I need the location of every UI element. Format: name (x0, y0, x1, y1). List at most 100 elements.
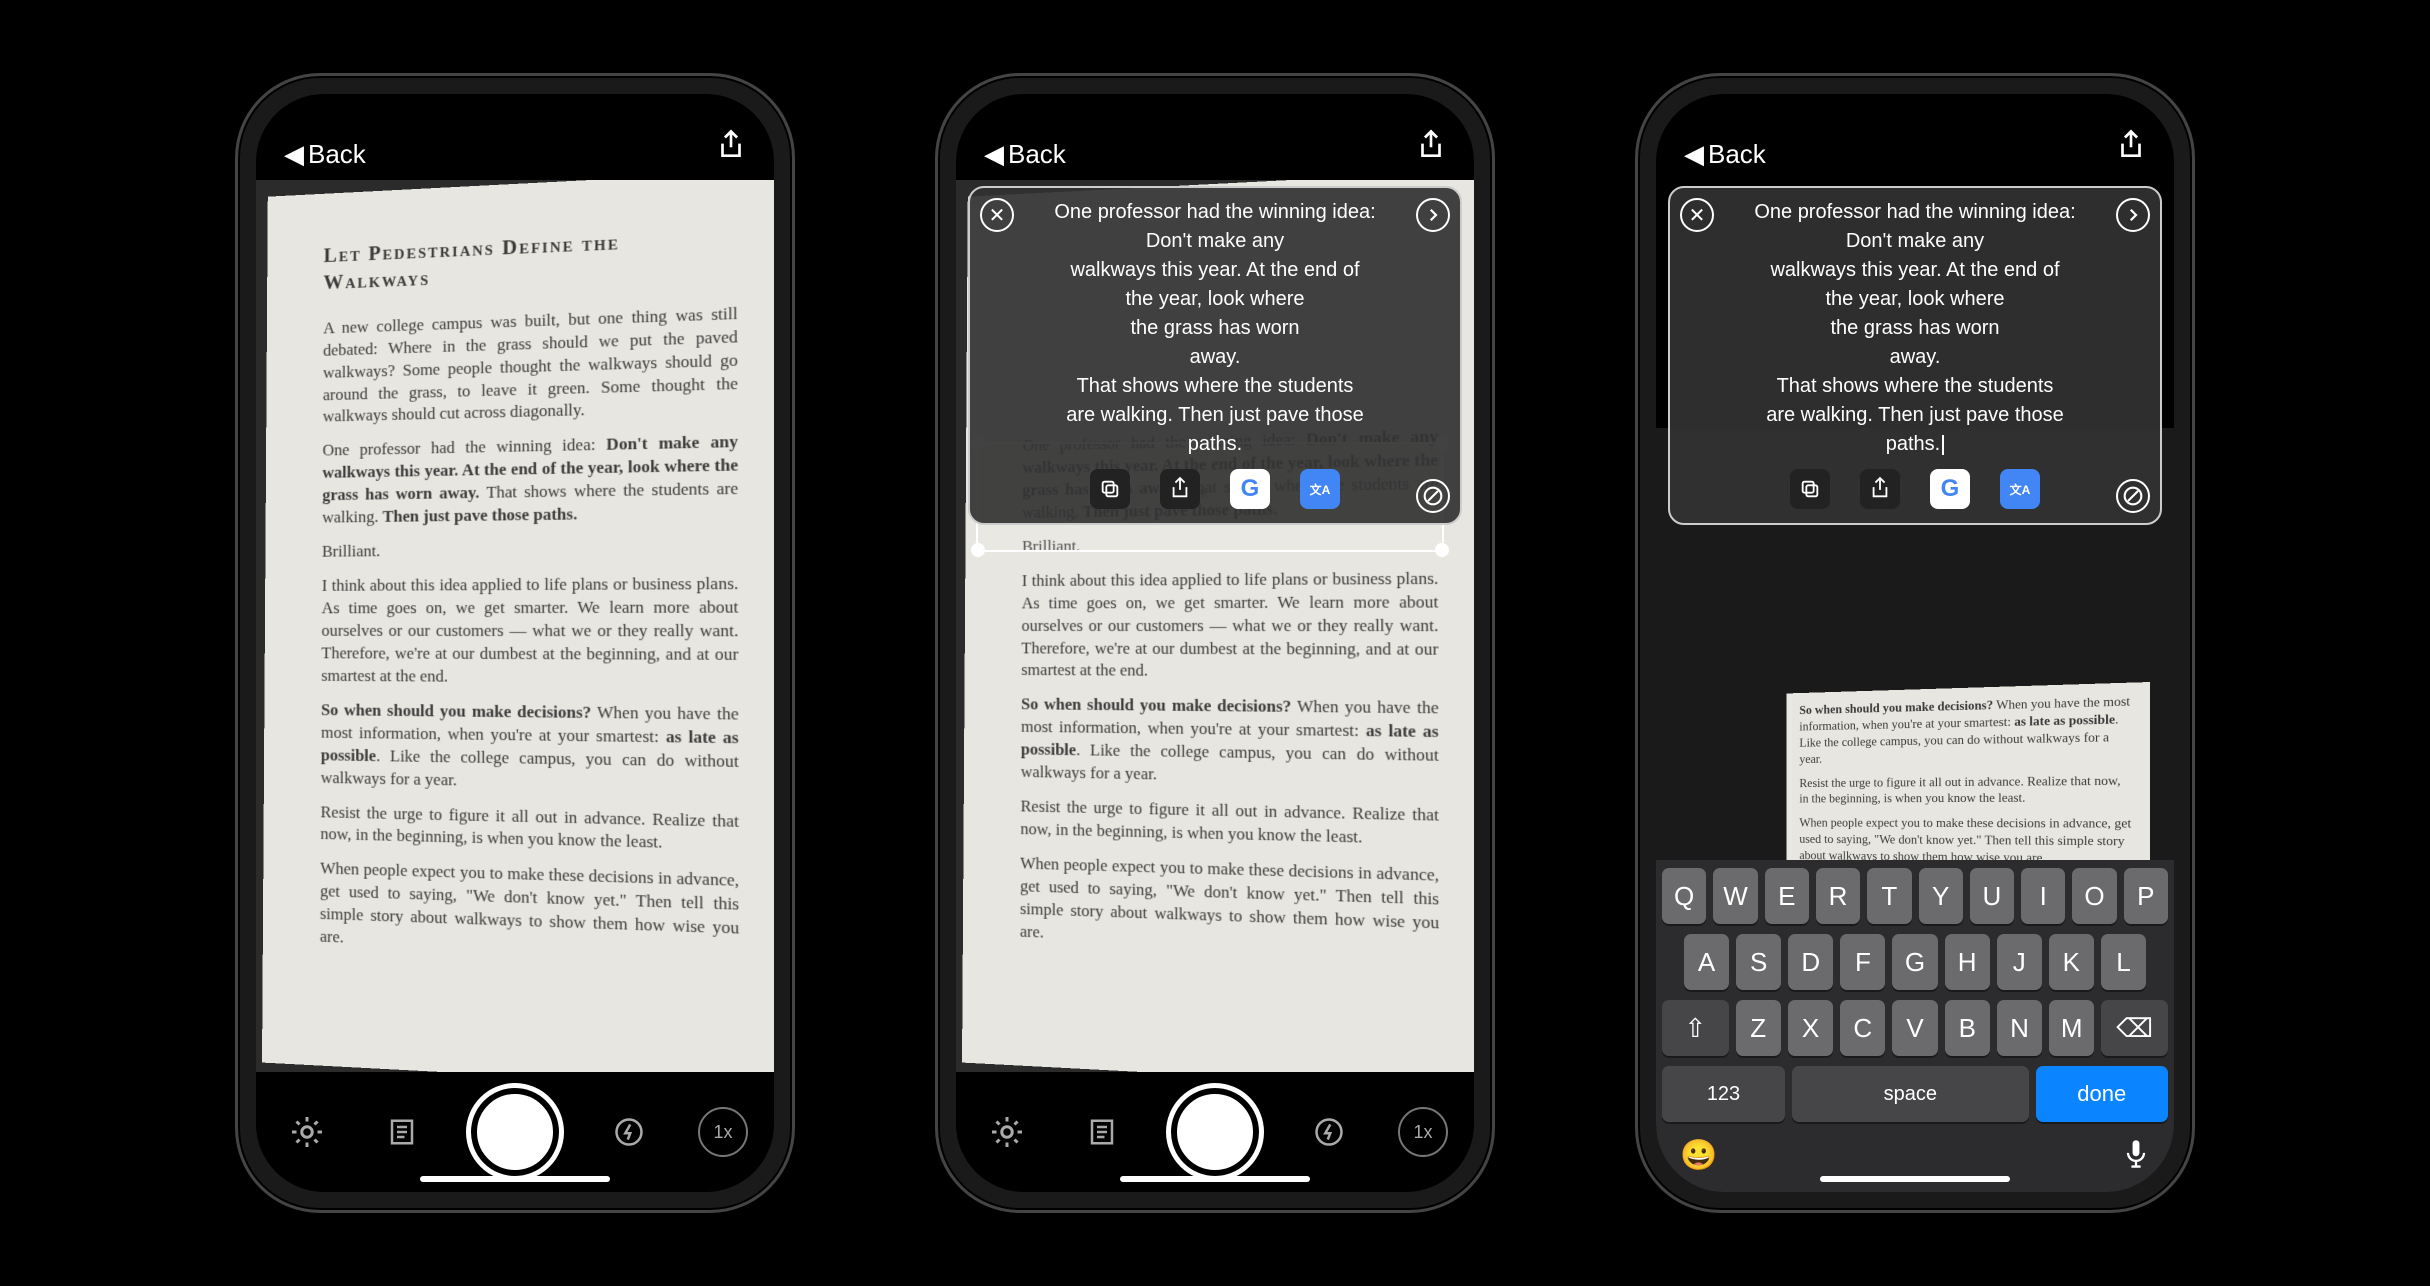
next-button[interactable] (2116, 198, 2150, 232)
key-r[interactable]: R (1816, 868, 1860, 924)
camera-viewfinder[interactable]: Let Pedestrians Define the Walkways A ne… (256, 180, 774, 1072)
share-action-button[interactable] (1160, 469, 1200, 509)
phone-frame-2: ◀ Back One professor had the winning ide… (935, 73, 1495, 1213)
key-v[interactable]: V (1892, 1000, 1937, 1056)
ocr-text: walkways this year. At the end of (1022, 256, 1408, 285)
share-button[interactable] (716, 129, 746, 170)
paragraph: One professor had the winning idea: Don'… (322, 431, 738, 529)
key-i[interactable]: I (2021, 868, 2065, 924)
flash-button[interactable] (1304, 1107, 1354, 1157)
key-h[interactable]: H (1945, 934, 1990, 990)
key-f[interactable]: F (1840, 934, 1885, 990)
google-translate-button[interactable]: 文A (2000, 469, 2040, 509)
google-search-button[interactable]: G (1930, 469, 1970, 509)
document-mode-button[interactable] (377, 1107, 427, 1157)
home-indicator[interactable] (1820, 1176, 2010, 1182)
ocr-text[interactable]: the grass has worn (1722, 314, 2108, 343)
key-m[interactable]: M (2049, 1000, 2094, 1056)
settings-button[interactable] (982, 1107, 1032, 1157)
selection-handle-bl[interactable] (971, 543, 985, 557)
key-j[interactable]: J (1997, 934, 2042, 990)
key-d[interactable]: D (1788, 934, 1833, 990)
ocr-text[interactable]: One professor had the winning idea: (1722, 198, 2108, 227)
ocr-actions: G 文A (1722, 469, 2108, 509)
settings-button[interactable] (282, 1107, 332, 1157)
share-button[interactable] (2116, 129, 2146, 170)
numeric-key[interactable]: 123 (1662, 1066, 1785, 1122)
paragraph: Resist the urge to figure it all out in … (320, 801, 739, 857)
key-e[interactable]: E (1765, 868, 1809, 924)
key-c[interactable]: C (1840, 1000, 1885, 1056)
key-x[interactable]: X (1788, 1000, 1833, 1056)
edit-button[interactable] (1416, 479, 1450, 513)
shift-key[interactable]: ⇧ (1662, 1000, 1729, 1056)
home-indicator[interactable] (420, 1176, 610, 1182)
backspace-key[interactable]: ⌫ (2101, 1000, 2168, 1056)
back-button[interactable]: ◀ Back (1684, 139, 1766, 170)
copy-button[interactable] (1090, 469, 1130, 509)
close-button[interactable]: ✕ (980, 198, 1014, 232)
ocr-text[interactable]: Don't make any (1722, 227, 2108, 256)
selection-handle-br[interactable] (1435, 543, 1449, 557)
share-action-button[interactable] (1860, 469, 1900, 509)
shutter-button[interactable] (1171, 1088, 1259, 1176)
camera-toolbar: 1x (956, 1072, 1474, 1192)
paragraph: I think about this idea applied to life … (1021, 567, 1438, 685)
keyboard: QWERTYUIOP ASDFGHJKL ⇧ ZXCVBNM ⌫ 123 spa… (1656, 860, 2174, 1192)
ocr-text: That shows where the students (1022, 372, 1408, 401)
ocr-text: One professor had the winning idea: (1022, 198, 1408, 227)
share-button[interactable] (1416, 129, 1446, 170)
done-key[interactable]: done (2036, 1066, 2168, 1122)
key-q[interactable]: Q (1662, 868, 1706, 924)
ocr-text[interactable]: the year, look where (1722, 285, 2108, 314)
key-n[interactable]: N (1997, 1000, 2042, 1056)
ocr-edit-panel[interactable]: ✕ One professor had the winning idea: Do… (1668, 186, 2162, 525)
key-s[interactable]: S (1736, 934, 1781, 990)
key-t[interactable]: T (1867, 868, 1911, 924)
key-o[interactable]: O (2072, 868, 2116, 924)
key-u[interactable]: U (1970, 868, 2014, 924)
google-translate-button[interactable]: 文A (1300, 469, 1340, 509)
key-k[interactable]: K (2049, 934, 2094, 990)
key-w[interactable]: W (1713, 868, 1757, 924)
key-y[interactable]: Y (1919, 868, 1963, 924)
ocr-text[interactable]: That shows where the students (1722, 372, 2108, 401)
next-button[interactable] (1416, 198, 1450, 232)
document-mode-button[interactable] (1077, 1107, 1127, 1157)
key-p[interactable]: P (2124, 868, 2168, 924)
edit-button[interactable] (2116, 479, 2150, 513)
dictation-button[interactable] (2122, 1138, 2150, 1178)
back-label: Back (308, 139, 366, 170)
ocr-text[interactable]: are walking. Then just pave those (1722, 401, 2108, 430)
key-z[interactable]: Z (1736, 1000, 1781, 1056)
key-a[interactable]: A (1684, 934, 1729, 990)
key-b[interactable]: B (1945, 1000, 1990, 1056)
ocr-text[interactable]: away. (1722, 343, 2108, 372)
key-g[interactable]: G (1892, 934, 1937, 990)
emoji-button[interactable]: 😀 (1680, 1138, 1717, 1178)
key-l[interactable]: L (2101, 934, 2146, 990)
ocr-text[interactable]: paths. (1722, 430, 2108, 459)
back-chevron-icon: ◀ (284, 139, 304, 170)
phone-frame-1: ◀ Back Let Pedestrians Define the Walkwa… (235, 73, 795, 1213)
back-button[interactable]: ◀ Back (284, 139, 366, 170)
space-key[interactable]: space (1792, 1066, 2029, 1122)
home-indicator[interactable] (1120, 1176, 1310, 1182)
google-search-button[interactable]: G (1230, 469, 1270, 509)
screen: ◀ Back ✕ One professor had the winning i… (1656, 94, 2174, 1192)
zoom-button[interactable]: 1x (698, 1107, 748, 1157)
copy-button[interactable] (1790, 469, 1830, 509)
shutter-button[interactable] (471, 1088, 559, 1176)
back-label: Back (1708, 139, 1766, 170)
notch (1815, 94, 2015, 126)
flash-button[interactable] (604, 1107, 654, 1157)
zoom-button[interactable]: 1x (1398, 1107, 1448, 1157)
paragraph: I think about this idea applied to life … (321, 573, 738, 691)
camera-viewfinder[interactable]: One professor had the winning idea: Don'… (956, 180, 1474, 1072)
back-button[interactable]: ◀ Back (984, 139, 1066, 170)
ocr-text: the year, look where (1022, 285, 1408, 314)
close-button[interactable]: ✕ (1680, 198, 1714, 232)
ocr-text[interactable]: walkways this year. At the end of (1722, 256, 2108, 285)
phone-frame-3: ◀ Back ✕ One professor had the winning i… (1635, 73, 2195, 1213)
notch (1115, 94, 1315, 126)
